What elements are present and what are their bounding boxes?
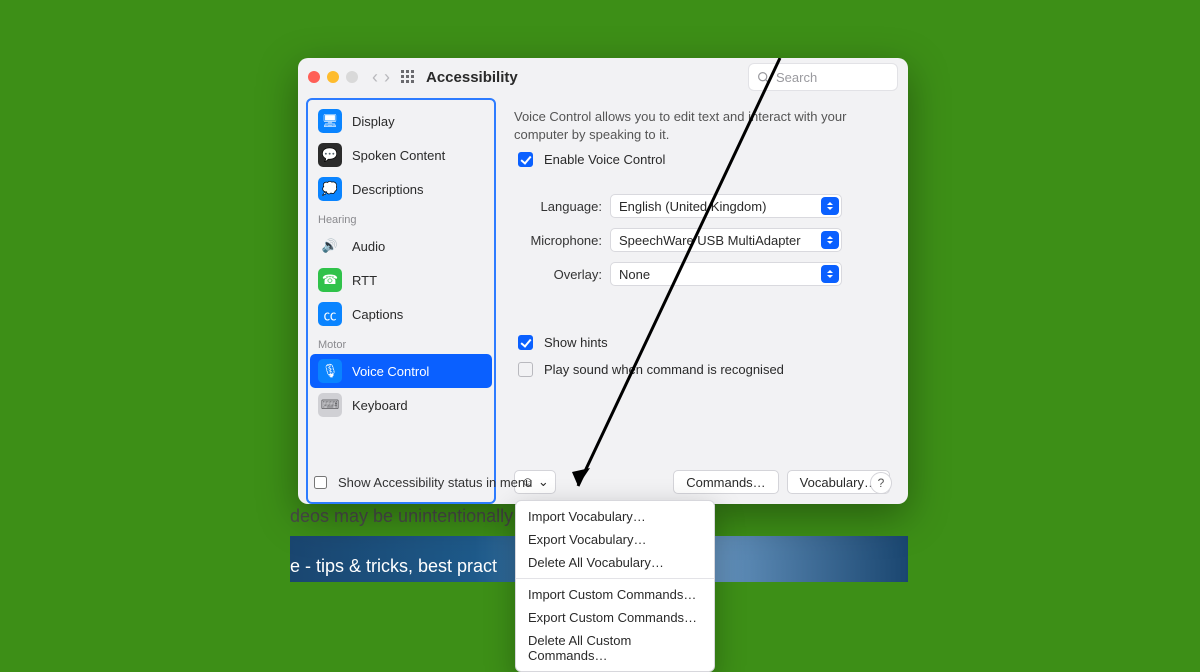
- traffic-lights[interactable]: [308, 71, 358, 83]
- sidebar-item-label: Spoken Content: [352, 148, 445, 163]
- select-value: SpeechWare USB MultiAdapter: [619, 233, 801, 248]
- voice-control-icon: 🎙: [318, 359, 342, 383]
- sidebar-item-label: Audio: [352, 239, 385, 254]
- enable-voice-control-checkbox[interactable]: Enable Voice Control: [514, 149, 890, 170]
- search-icon: [757, 71, 770, 84]
- sidebar-item-captions[interactable]: ㏄ Captions: [310, 297, 492, 331]
- keyboard-icon: ⌨: [318, 393, 342, 417]
- microphone-select[interactable]: SpeechWare USB MultiAdapter: [610, 228, 842, 252]
- menu-import-custom-commands[interactable]: Import Custom Commands…: [516, 583, 714, 606]
- preferences-window: ‹ › Accessibility Search 🖥 Display 💬 Spoke…: [298, 58, 908, 504]
- overlay-select[interactable]: None: [610, 262, 842, 286]
- show-all-icon[interactable]: [400, 69, 416, 85]
- checkbox-icon[interactable]: [518, 152, 533, 167]
- window-title: Accessibility: [426, 69, 518, 86]
- checkbox-icon[interactable]: [518, 335, 533, 350]
- help-button[interactable]: ?: [870, 472, 892, 494]
- checkbox-icon[interactable]: [518, 362, 533, 377]
- sidebar-item-spoken-content[interactable]: 💬 Spoken Content: [310, 138, 492, 172]
- sidebar-item-voice-control[interactable]: 🎙 Voice Control: [310, 354, 492, 388]
- close-icon[interactable]: [308, 71, 320, 83]
- menu-import-vocabulary[interactable]: Import Vocabulary…: [516, 505, 714, 528]
- checkbox-label: Enable Voice Control: [544, 152, 665, 167]
- microphone-label: Microphone:: [514, 233, 602, 248]
- row-microphone: Microphone: SpeechWare USB MultiAdapter: [514, 228, 890, 252]
- sidebar-item-rtt[interactable]: ☎ RTT: [310, 263, 492, 297]
- search-placeholder: Search: [776, 70, 817, 85]
- sidebar-category-motor: Motor: [310, 331, 492, 354]
- more-actions-menu: Import Vocabulary… Export Vocabulary… De…: [515, 500, 715, 672]
- overlay-label: Overlay:: [514, 267, 602, 282]
- sidebar: 🖥 Display 💬 Spoken Content 💭 Descriptions H…: [306, 98, 496, 504]
- rtt-icon: ☎: [318, 268, 342, 292]
- sidebar-item-descriptions[interactable]: 💭 Descriptions: [310, 172, 492, 206]
- language-select[interactable]: English (United Kingdom): [610, 194, 842, 218]
- pane-voice-control: Voice Control allows you to edit text an…: [496, 96, 908, 504]
- titlebar: ‹ › Accessibility Search: [298, 58, 908, 96]
- chevron-updown-icon: [821, 231, 839, 249]
- row-overlay: Overlay: None: [514, 262, 890, 286]
- sidebar-category-hearing: Hearing: [310, 206, 492, 229]
- checkbox-label: Play sound when command is recognised: [544, 362, 784, 377]
- speech-bubble-icon: 💬: [318, 143, 342, 167]
- checkbox-label: Show hints: [544, 335, 608, 350]
- nav-arrows[interactable]: ‹ ›: [372, 67, 390, 88]
- sidebar-item-label: Voice Control: [352, 364, 429, 379]
- chevron-updown-icon: [821, 265, 839, 283]
- select-value: None: [619, 267, 650, 282]
- forward-icon[interactable]: ›: [384, 67, 390, 88]
- checkbox-label: Show Accessibility status in menu: [338, 475, 532, 490]
- menu-export-custom-commands[interactable]: Export Custom Commands…: [516, 606, 714, 629]
- row-language: Language: English (United Kingdom): [514, 194, 890, 218]
- zoom-icon[interactable]: [346, 71, 358, 83]
- language-label: Language:: [514, 199, 602, 214]
- descriptions-icon: 💭: [318, 177, 342, 201]
- sidebar-item-label: RTT: [352, 273, 377, 288]
- speaker-icon: 🔊: [318, 234, 342, 258]
- menu-separator: [516, 578, 714, 579]
- minimize-icon[interactable]: [327, 71, 339, 83]
- sidebar-item-keyboard[interactable]: ⌨ Keyboard: [310, 388, 492, 422]
- back-icon[interactable]: ‹: [372, 67, 378, 88]
- menu-export-vocabulary[interactable]: Export Vocabulary…: [516, 528, 714, 551]
- sidebar-item-label: Display: [352, 114, 395, 129]
- menu-delete-all-custom-commands[interactable]: Delete All Custom Commands…: [516, 629, 714, 667]
- play-sound-checkbox[interactable]: Play sound when command is recognised: [514, 359, 890, 380]
- background-text-2: e - tips & tricks, best pract: [290, 556, 497, 577]
- chevron-updown-icon: [821, 197, 839, 215]
- sidebar-item-display[interactable]: 🖥 Display: [310, 104, 492, 138]
- intro-text: Voice Control allows you to edit text an…: [514, 108, 890, 143]
- sidebar-item-label: Captions: [352, 307, 403, 322]
- sidebar-item-audio[interactable]: 🔊 Audio: [310, 229, 492, 263]
- sidebar-item-label: Descriptions: [352, 182, 424, 197]
- search-input[interactable]: Search: [748, 63, 898, 91]
- commands-button[interactable]: Commands…: [673, 470, 778, 494]
- show-status-checkbox[interactable]: Show Accessibility status in menu: [310, 473, 532, 492]
- menu-delete-all-vocabulary[interactable]: Delete All Vocabulary…: [516, 551, 714, 574]
- show-hints-checkbox[interactable]: Show hints: [514, 332, 890, 353]
- select-value: English (United Kingdom): [619, 199, 766, 214]
- checkbox-icon[interactable]: [314, 476, 327, 489]
- sidebar-item-label: Keyboard: [352, 398, 408, 413]
- display-icon: 🖥: [318, 109, 342, 133]
- captions-icon: ㏄: [318, 302, 342, 326]
